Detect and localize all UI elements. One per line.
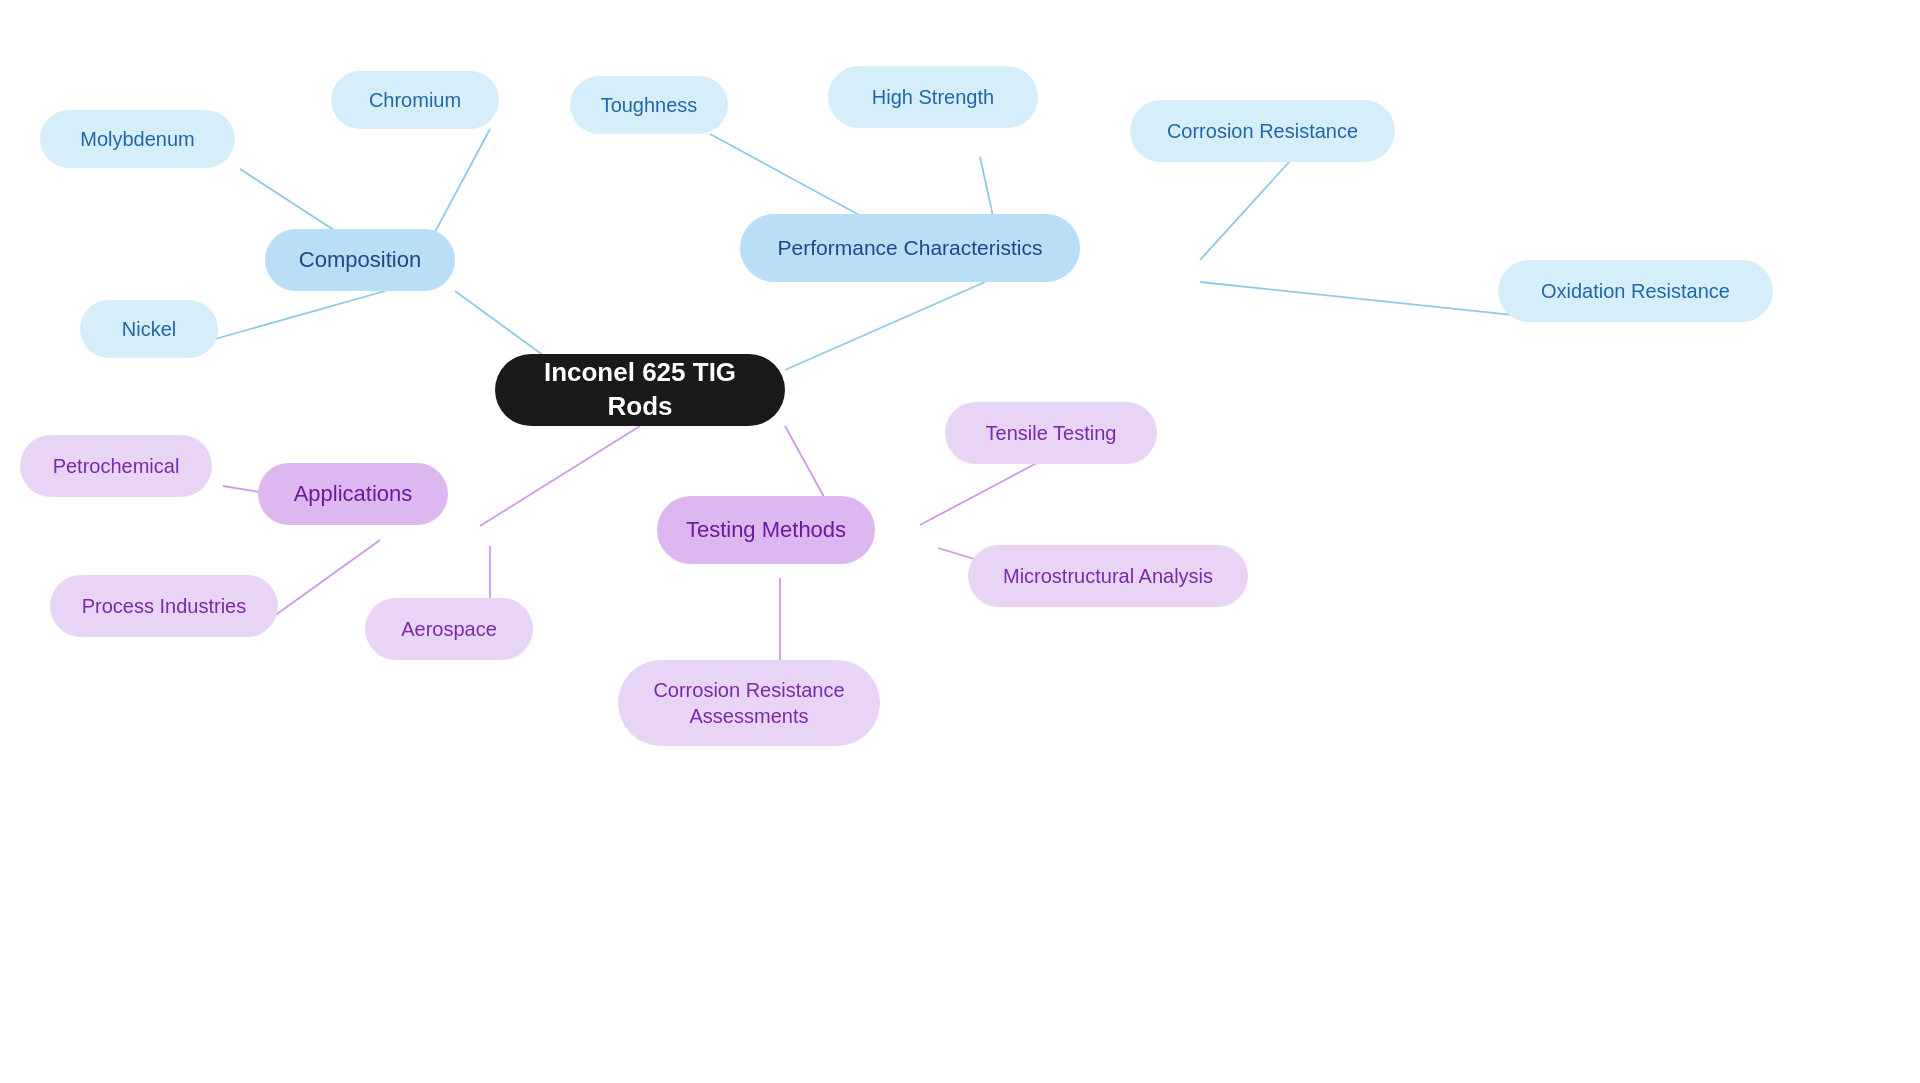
performance-node: Performance Characteristics [740, 214, 1080, 282]
composition-node: Composition [265, 229, 455, 291]
molybdenum-node: Molybdenum [40, 110, 235, 168]
aerospace-node: Aerospace [365, 598, 533, 660]
high-strength-node: High Strength [828, 66, 1038, 128]
nickel-node: Nickel [80, 300, 218, 358]
process-industries-node: Process Industries [50, 575, 278, 637]
svg-line-9 [480, 426, 640, 526]
testing-methods-node: Testing Methods [657, 496, 875, 564]
svg-line-4 [785, 282, 985, 370]
tensile-testing-node: Tensile Testing [945, 402, 1157, 464]
svg-line-7 [1200, 161, 1290, 260]
chromium-node: Chromium [331, 71, 499, 129]
microstructural-analysis-node: Microstructural Analysis [968, 545, 1248, 607]
corrosion-resistance-node: Corrosion Resistance [1130, 100, 1395, 162]
svg-line-3 [215, 291, 385, 339]
toughness-node: Toughness [570, 76, 728, 134]
corrosion-assessments-node: Corrosion Resistance Assessments [618, 660, 880, 746]
svg-line-11 [270, 540, 380, 619]
oxidation-resistance-node: Oxidation Resistance [1498, 260, 1773, 322]
svg-line-14 [920, 456, 1050, 525]
applications-node: Applications [258, 463, 448, 525]
center-node: Inconel 625 TIG Rods [495, 354, 785, 426]
petrochemical-node: Petrochemical [20, 435, 212, 497]
